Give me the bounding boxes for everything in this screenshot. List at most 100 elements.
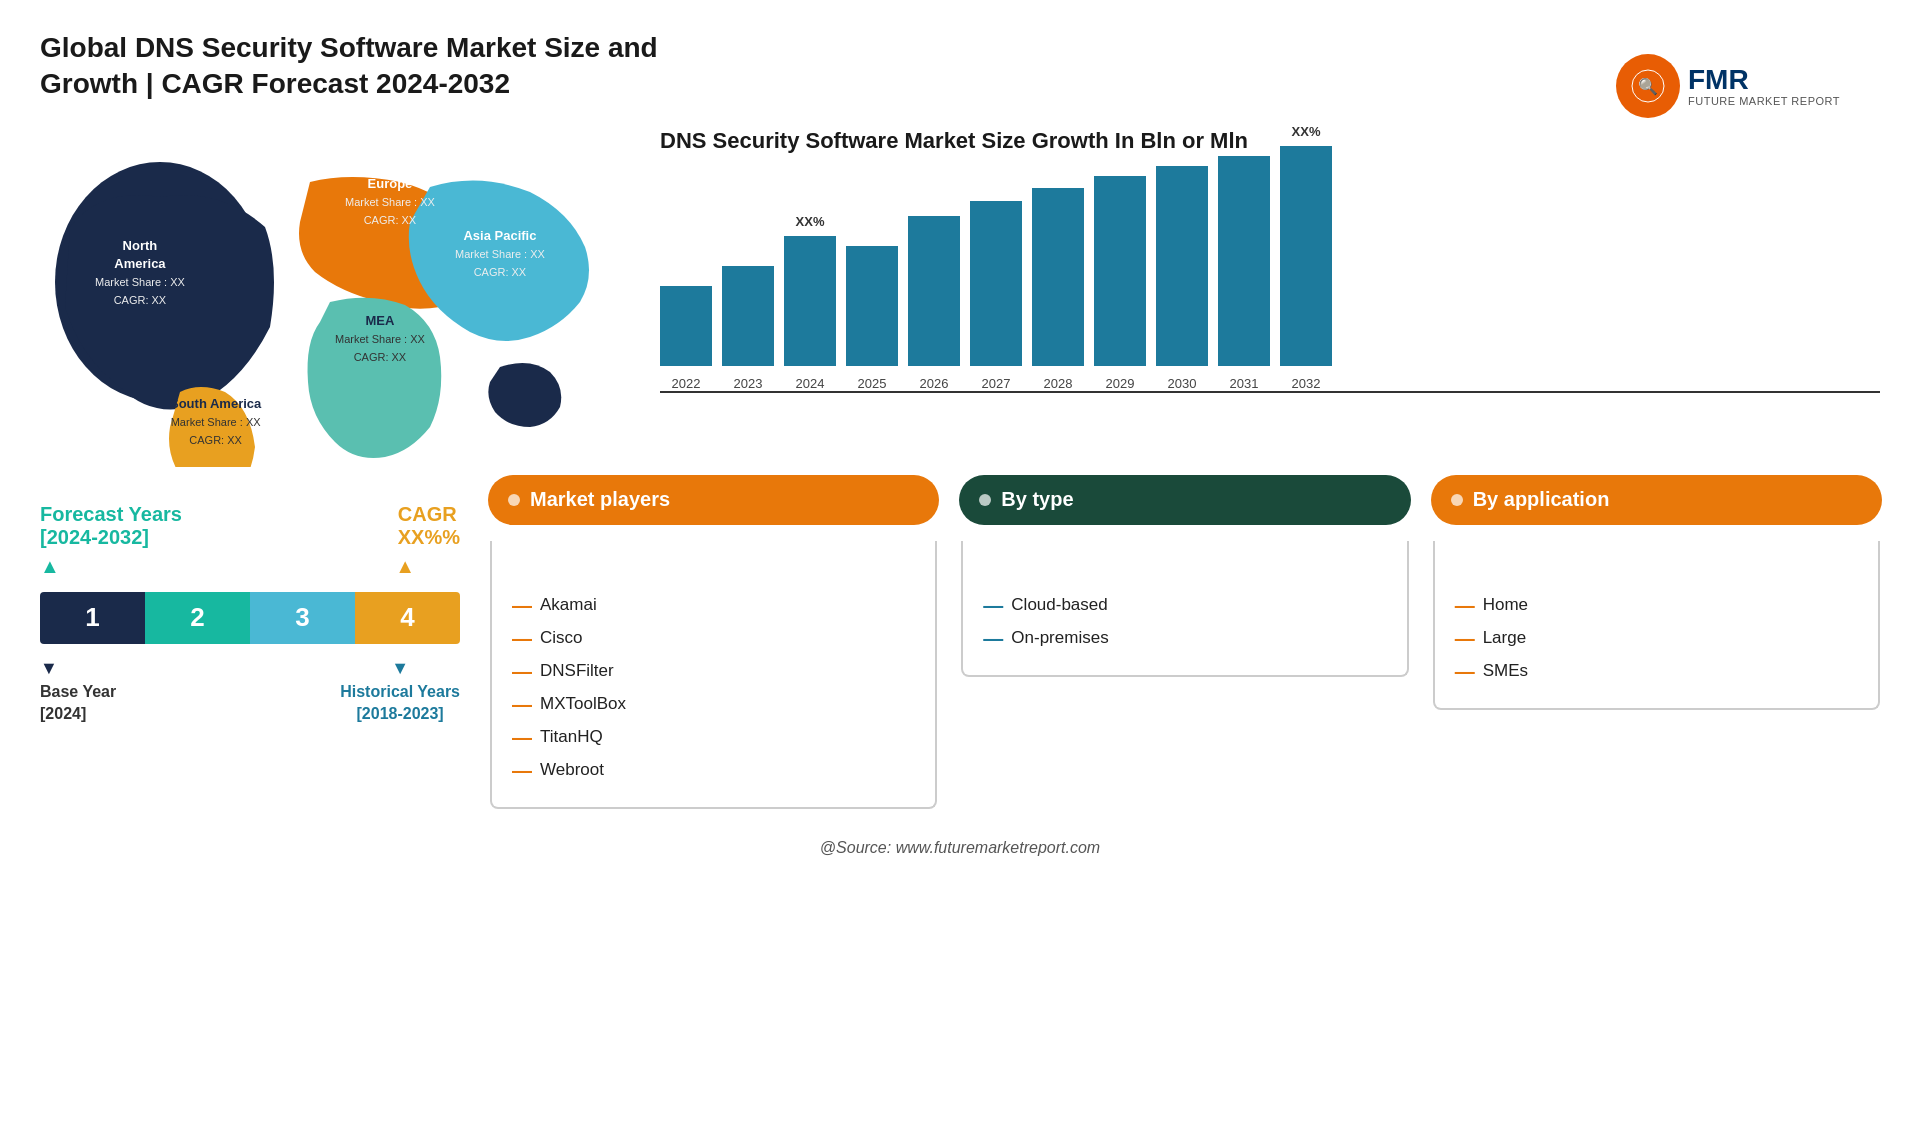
bar-col-2023: 2023 — [722, 266, 774, 391]
arrow-down-2: ▼ — [340, 658, 460, 679]
historical-block: ▼ Historical Years [2018-2023] — [340, 658, 460, 723]
logo-fmr: FMR — [1688, 65, 1840, 96]
header-dot-3 — [1451, 494, 1463, 506]
list-item: — Cloud-based — [983, 589, 1386, 622]
bar-2030 — [1156, 166, 1208, 366]
bar-col-2028: 2028 — [1032, 188, 1084, 391]
by-application-list: — Home— Large— SMEs — [1455, 589, 1858, 688]
bar-2029 — [1094, 176, 1146, 366]
logo-subtitle: FUTURE MARKET REPORT — [1688, 95, 1840, 107]
list-item: — Webroot — [512, 754, 915, 787]
bar-year-2027: 2027 — [982, 376, 1011, 391]
logo-icon: 🔍 — [1616, 54, 1680, 118]
bar-2032: XX% — [1280, 146, 1332, 366]
forecast-block: Forecast Years [2024-2032] — [40, 503, 182, 549]
header-dot — [508, 494, 520, 506]
bar-year-2030: 2030 — [1168, 376, 1197, 391]
li-dash: — — [512, 627, 532, 650]
base-year-label: Base Year — [40, 683, 116, 701]
list-item: — TitanHQ — [512, 721, 915, 754]
step-1: 1 — [40, 592, 145, 644]
forecast-row: Forecast Years [2024-2032] CAGR XX%% — [40, 503, 460, 549]
timeline-section: Forecast Years [2024-2032] CAGR XX%% ▲ ▲… — [40, 503, 460, 723]
list-item: — Home — [1455, 589, 1858, 622]
world-map: NorthAmerica Market Share : XX CAGR: XX … — [40, 127, 600, 467]
header-dot-2 — [979, 494, 991, 506]
map-section: NorthAmerica Market Share : XX CAGR: XX … — [40, 127, 600, 467]
li-dash: — — [983, 627, 1003, 650]
bar-2031 — [1218, 156, 1270, 366]
by-application-title: By application — [1473, 488, 1610, 511]
forecast-label: Forecast Years — [40, 503, 182, 526]
list-item: — Akamai — [512, 589, 915, 622]
bar-chart: 20222023XX%20242025202620272028202920302… — [660, 173, 1880, 393]
by-application-header: By application — [1431, 475, 1882, 525]
arrow-down-1: ▼ — [40, 658, 116, 679]
bar-year-2031: 2031 — [1230, 376, 1259, 391]
cagr-value: XX%% — [398, 526, 460, 549]
li-dash: — — [512, 594, 532, 617]
bar-2022 — [660, 286, 712, 366]
market-players-title: Market players — [530, 488, 670, 511]
step-4: 4 — [355, 592, 460, 644]
bar-2025 — [846, 246, 898, 366]
li-dash: — — [1455, 594, 1475, 617]
bar-col-2022: 2022 — [660, 286, 712, 391]
bar-col-2027: 2027 — [970, 201, 1022, 391]
historical-label: Historical Years — [340, 683, 460, 701]
by-application-list-card: — Home— Large— SMEs — [1433, 541, 1880, 710]
steps-bar: 1 2 3 4 — [40, 592, 460, 644]
page-title: Global DNS Security Software Market Size… — [40, 30, 740, 103]
svg-text:🔍: 🔍 — [1638, 77, 1658, 96]
forecast-range: [2024-2032] — [40, 526, 182, 549]
historical-range: [2018-2023] — [340, 705, 460, 723]
map-svg — [40, 127, 600, 467]
market-players-card: Market players — Akamai— Cisco— DNSFilte… — [490, 503, 937, 809]
bar-label-2032: XX% — [1292, 124, 1321, 139]
bar-2028 — [1032, 188, 1084, 366]
by-type-list-card: — Cloud-based— On-premises — [961, 541, 1408, 677]
chart-title: DNS Security Software Market Size Growth… — [660, 127, 1880, 156]
bar-year-2028: 2028 — [1044, 376, 1073, 391]
bar-year-2024: 2024 — [796, 376, 825, 391]
market-players-list-card: — Akamai— Cisco— DNSFilter— MXToolBox— T… — [490, 541, 937, 809]
list-item: — DNSFilter — [512, 655, 915, 688]
bar-year-2026: 2026 — [920, 376, 949, 391]
list-item: — Large — [1455, 622, 1858, 655]
list-item: — Cisco — [512, 622, 915, 655]
bar-col-2031: 2031 — [1218, 156, 1270, 391]
top-section: NorthAmerica Market Share : XX CAGR: XX … — [40, 127, 1880, 467]
market-players-header: Market players — [488, 475, 939, 525]
arrow-up-green: ▲ — [40, 555, 60, 578]
bar-2026 — [908, 216, 960, 366]
by-type-header: By type — [959, 475, 1410, 525]
li-dash: — — [512, 759, 532, 782]
bar-label-2024: XX% — [796, 214, 825, 229]
arrow-up-orange: ▲ — [395, 555, 415, 578]
cagr-block: CAGR XX%% — [398, 503, 460, 549]
by-application-card: By application — Home— Large— SMEs — [1433, 503, 1880, 809]
bar-year-2025: 2025 — [858, 376, 887, 391]
list-item: — On-premises — [983, 622, 1386, 655]
logo: 🔍 FMR FUTURE MARKET REPORT — [1616, 54, 1840, 118]
bar-2027 — [970, 201, 1022, 366]
bar-col-2024: XX% 2024 — [784, 236, 836, 391]
logo-text: FMR FUTURE MARKET REPORT — [1688, 65, 1840, 108]
li-dash: — — [983, 594, 1003, 617]
by-type-title: By type — [1001, 488, 1073, 511]
bar-2024: XX% — [784, 236, 836, 366]
li-dash: — — [512, 726, 532, 749]
market-players-list: — Akamai— Cisco— DNSFilter— MXToolBox— T… — [512, 589, 915, 787]
li-dash: — — [512, 660, 532, 683]
bar-col-2029: 2029 — [1094, 176, 1146, 391]
list-item: — SMEs — [1455, 655, 1858, 688]
li-dash: — — [512, 693, 532, 716]
bar-year-2032: 2032 — [1292, 376, 1321, 391]
bar-year-2022: 2022 — [672, 376, 701, 391]
step-2: 2 — [145, 592, 250, 644]
bar-col-2032: XX% 2032 — [1280, 146, 1332, 391]
bottom-section: Forecast Years [2024-2032] CAGR XX%% ▲ ▲… — [40, 503, 1880, 809]
base-year-block: ▼ Base Year [2024] — [40, 658, 116, 723]
bar-col-2030: 2030 — [1156, 166, 1208, 391]
lists-area: Market players — Akamai— Cisco— DNSFilte… — [490, 503, 1880, 809]
